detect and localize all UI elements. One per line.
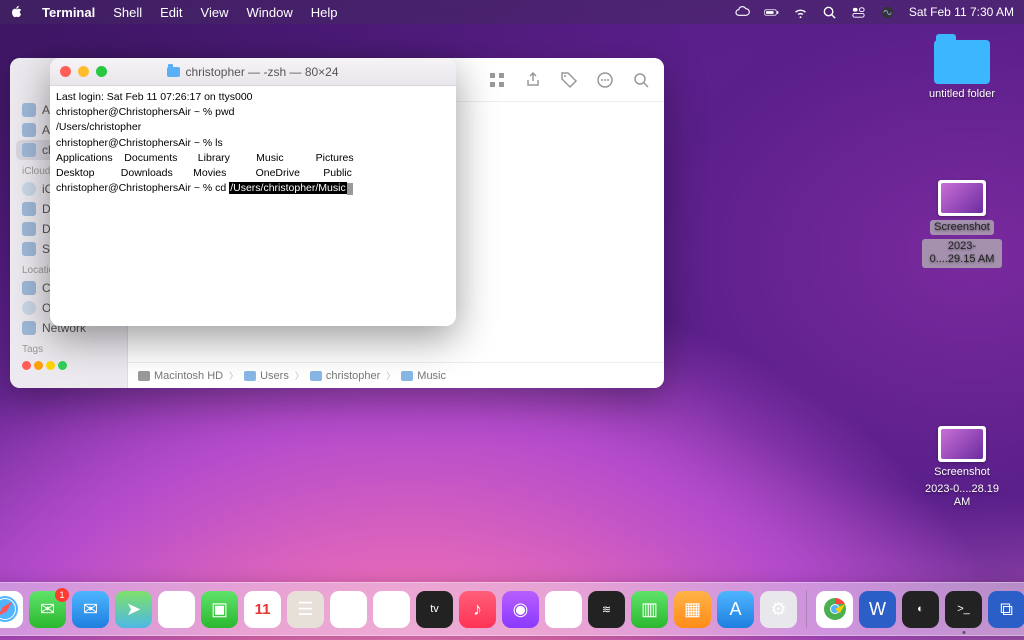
desktop-screenshot-2[interactable]: Screenshot 2023-0....28.19 AM (922, 426, 1002, 510)
spotlight-icon[interactable] (822, 5, 837, 20)
folder-icon (310, 371, 322, 381)
desktop-icon-label: 2023-0....29.15 AM (922, 239, 1002, 267)
dock-vscode[interactable]: ⧉ (988, 591, 1024, 628)
dock-chrome[interactable] (816, 591, 853, 628)
terminal-cursor (347, 183, 353, 195)
menu-edit[interactable]: Edit (160, 5, 182, 20)
dock-numbers[interactable]: ▥ (631, 591, 668, 628)
chevron-right-icon: 〉 (295, 369, 304, 382)
dock-appstore[interactable]: A (717, 591, 754, 628)
dock-terminal[interactable]: >_ (945, 591, 982, 628)
running-indicator (962, 631, 965, 634)
apple-logo-icon[interactable] (10, 5, 24, 19)
menu-bar: Terminal Shell Edit View Window Help Sat… (0, 0, 1024, 24)
breadcrumb-item[interactable]: Macintosh HD (138, 370, 223, 382)
dock-separator (806, 590, 807, 628)
dock-maps[interactable]: ➤ (115, 591, 152, 628)
share-icon[interactable] (524, 71, 542, 89)
dock-facetime[interactable]: ▣ (201, 591, 238, 628)
dock: ☺⊞✉1✉➤✿▣11☰☰≡tv♪◉N≋▥▦A⚙W◐>_⧉⬇ (0, 582, 1024, 636)
dock-word[interactable]: W (859, 591, 896, 628)
desktop-icon-label: untitled folder (929, 88, 995, 101)
dock-steam[interactable]: ◐ (902, 591, 939, 628)
folder-icon (401, 371, 413, 381)
menu-shell[interactable]: Shell (113, 5, 142, 20)
folder-icon (934, 40, 990, 84)
folder-icon (244, 371, 256, 381)
dock-podcasts[interactable]: ◉ (502, 591, 539, 628)
siri-icon[interactable] (880, 5, 895, 20)
menubar-clock[interactable]: Sat Feb 11 7:30 AM (909, 5, 1014, 19)
tags-icon[interactable] (560, 71, 578, 89)
desktop-screenshot-1[interactable]: Screenshot 2023-0....29.15 AM (922, 180, 1002, 268)
dock-contacts[interactable]: ☰ (287, 591, 324, 628)
zoom-button[interactable] (96, 66, 107, 77)
close-button[interactable] (60, 66, 71, 77)
breadcrumb-item[interactable]: christopher (310, 370, 380, 382)
terminal-titlebar[interactable]: christopher — -zsh — 80×24 (50, 58, 456, 86)
desktop-folder-untitled[interactable]: untitled folder (922, 40, 1002, 101)
dock-tv[interactable]: tv (416, 591, 453, 628)
screenshot-thumbnail-icon (938, 180, 986, 216)
desktop-icon-label: Screenshot (930, 220, 994, 235)
badge: 1 (55, 588, 69, 602)
terminal-content[interactable]: Last login: Sat Feb 11 07:26:17 on ttys0… (50, 86, 456, 326)
finder-path-bar: Macintosh HD 〉 Users 〉 christopher 〉 Mus… (128, 362, 664, 388)
menu-view[interactable]: View (201, 5, 229, 20)
minimize-button[interactable] (78, 66, 89, 77)
terminal-title: christopher — -zsh — 80×24 (167, 65, 338, 79)
dock-stocks[interactable]: ≋ (588, 591, 625, 628)
dock-reminders[interactable]: ☰ (330, 591, 367, 628)
terminal-window[interactable]: christopher — -zsh — 80×24 Last login: S… (50, 58, 456, 326)
dock-calendar[interactable]: 11 (244, 591, 281, 628)
onedrive-status-icon[interactable] (735, 5, 750, 20)
dock-photos[interactable]: ✿ (158, 591, 195, 628)
dock-mail[interactable]: ✉ (72, 591, 109, 628)
sidebar-tags[interactable] (10, 357, 127, 374)
menu-help[interactable]: Help (311, 5, 338, 20)
search-icon[interactable] (632, 71, 650, 89)
breadcrumb-item[interactable]: Users (244, 370, 289, 382)
dock-messages[interactable]: ✉1 (29, 591, 66, 628)
dock-container: ☺⊞✉1✉➤✿▣11☰☰≡tv♪◉N≋▥▦A⚙W◐>_⧉⬇ (0, 582, 1024, 636)
screenshot-thumbnail-icon (938, 426, 986, 462)
folder-icon (167, 67, 180, 77)
battery-icon[interactable] (764, 5, 779, 20)
dock-music[interactable]: ♪ (459, 591, 496, 628)
control-center-icon[interactable] (851, 5, 866, 20)
app-name[interactable]: Terminal (42, 5, 95, 20)
dock-notes[interactable]: ≡ (373, 591, 410, 628)
terminal-highlighted-text: /Users/christopher/Music (229, 182, 347, 194)
window-controls (60, 66, 107, 77)
dock-settings[interactable]: ⚙ (760, 591, 797, 628)
dock-safari[interactable] (0, 591, 23, 628)
desktop-icon-label: Screenshot (934, 466, 990, 479)
action-icon[interactable] (596, 71, 614, 89)
chevron-right-icon: 〉 (229, 369, 238, 382)
menu-window[interactable]: Window (247, 5, 293, 20)
desktop-icon-label: 2023-0....28.19 AM (922, 483, 1002, 509)
view-options-icon[interactable] (488, 71, 506, 89)
dock-keynote[interactable]: ▦ (674, 591, 711, 628)
dock-news[interactable]: N (545, 591, 582, 628)
chevron-right-icon: 〉 (386, 369, 395, 382)
disk-icon (138, 371, 150, 381)
wifi-icon[interactable] (793, 5, 808, 20)
sidebar-section-tags: Tags (10, 338, 127, 357)
breadcrumb-item[interactable]: Music (401, 370, 446, 382)
